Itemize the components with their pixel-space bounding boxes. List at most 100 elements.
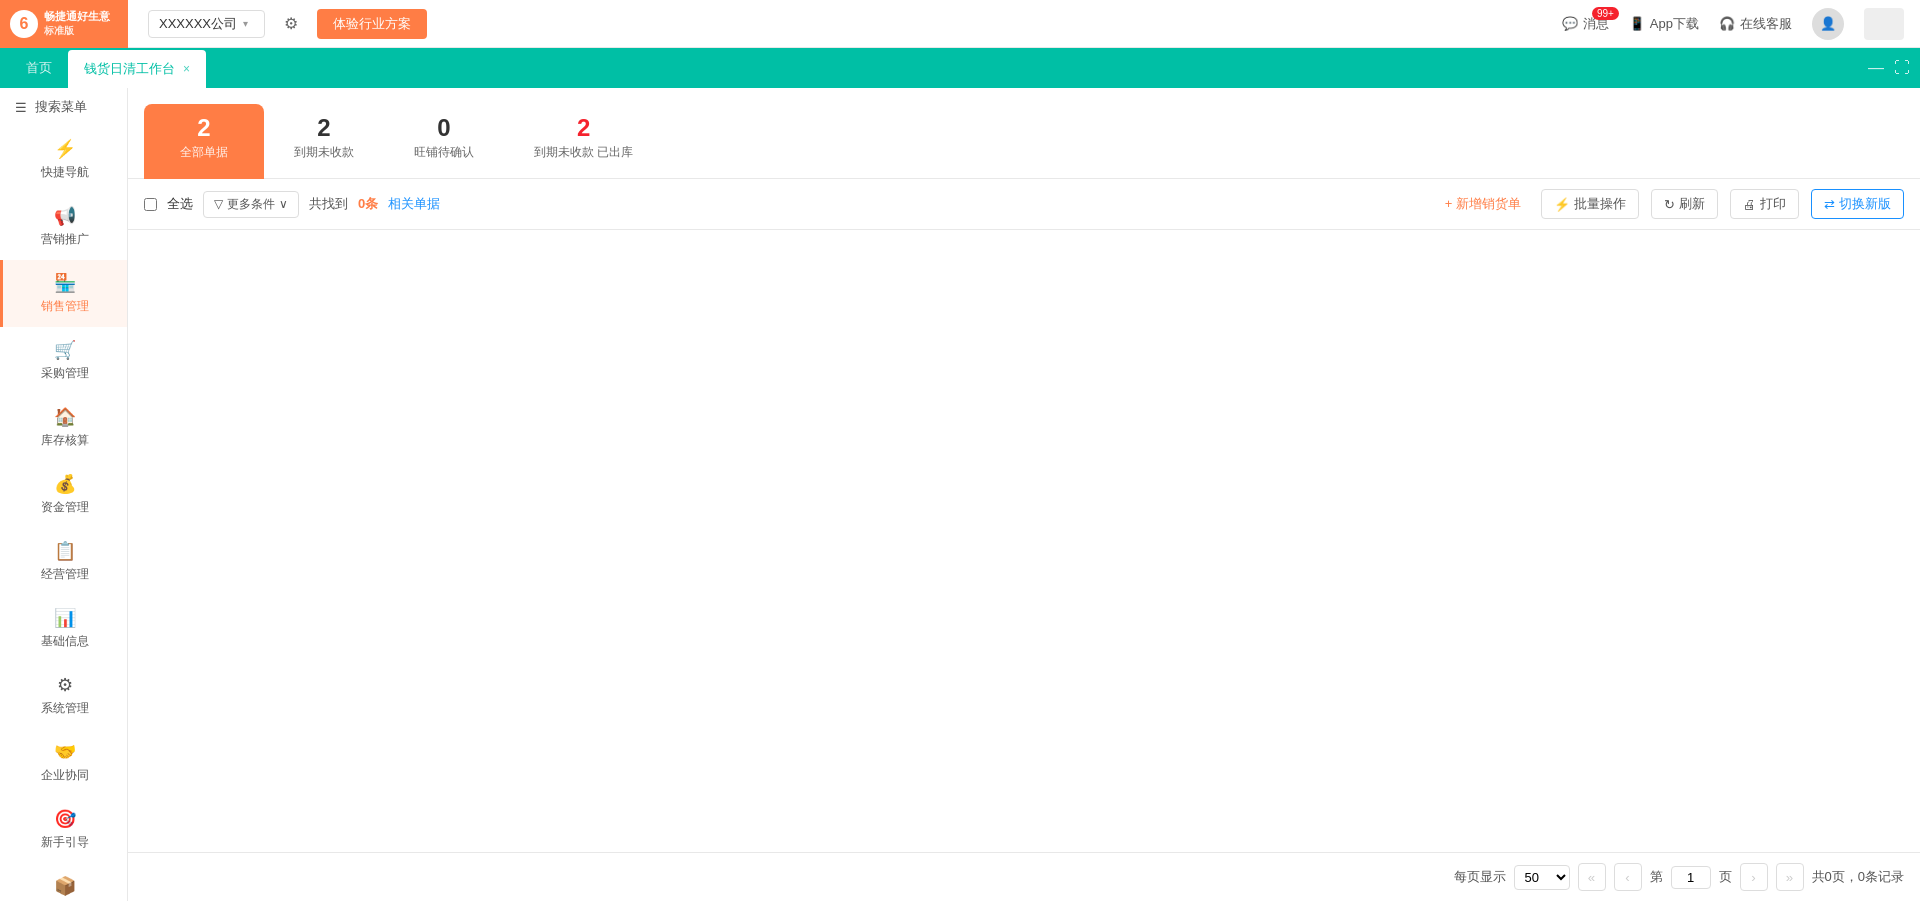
avatar-icon: 👤 bbox=[1820, 16, 1836, 31]
found-count: 0条 bbox=[358, 195, 378, 213]
refresh-button[interactable]: ↻ 刷新 bbox=[1651, 189, 1718, 219]
basic-info-icon: 📊 bbox=[54, 607, 76, 629]
avatar[interactable]: 👤 bbox=[1812, 8, 1844, 40]
switch-version-button[interactable]: ⇄ 切换新版 bbox=[1811, 189, 1904, 219]
purchase-icon: 🛒 bbox=[54, 339, 76, 361]
guide-icon: 🎯 bbox=[54, 808, 76, 830]
sidebar-item-app-center[interactable]: 📦 应用中心 bbox=[0, 863, 127, 901]
sidebar-item-marketing[interactable]: 📢 营销推广 bbox=[0, 193, 127, 260]
app-download-label: App下载 bbox=[1650, 15, 1699, 33]
operations-icon: 📋 bbox=[54, 540, 76, 562]
tab-actions: — ⛶ bbox=[1868, 59, 1910, 77]
logo-area: 6 畅捷通好生意 标准版 bbox=[0, 0, 128, 48]
logo-text-block: 畅捷通好生意 标准版 bbox=[44, 9, 110, 37]
batch-operation-button[interactable]: ⚡ 批量操作 bbox=[1541, 189, 1639, 219]
sidebar-item-system[interactable]: ⚙ 系统管理 bbox=[0, 662, 127, 729]
batch-icon: ⚡ bbox=[1554, 197, 1570, 212]
sidebar-operations-label: 经营管理 bbox=[41, 566, 89, 583]
card-shipped[interactable]: 2 到期未收款 已出库 bbox=[504, 104, 663, 178]
found-link[interactable]: 相关单据 bbox=[388, 195, 440, 213]
sidebar-system-label: 系统管理 bbox=[41, 700, 89, 717]
sidebar-enterprise-label: 企业协同 bbox=[41, 767, 89, 784]
sidebar-item-finance[interactable]: 💰 资金管理 bbox=[0, 461, 127, 528]
sidebar-item-basic-info[interactable]: 📊 基础信息 bbox=[0, 595, 127, 662]
card-pending-label: 旺铺待确认 bbox=[414, 144, 474, 161]
tab-maximize-icon[interactable]: ⛶ bbox=[1894, 59, 1910, 77]
filter-label: 更多条件 bbox=[227, 196, 275, 213]
per-page-label: 每页显示 bbox=[1454, 868, 1506, 886]
service-icon: 🎧 bbox=[1719, 16, 1735, 31]
new-order-button[interactable]: + 新增销货单 bbox=[1437, 190, 1529, 218]
pagination-bar: 每页显示 50 10 20 100 « ‹ 第 页 › » 共0页，0条记录 bbox=[128, 852, 1920, 901]
company-name: XXXXXX公司 bbox=[159, 15, 237, 33]
settings-button[interactable]: ⚙ bbox=[275, 8, 307, 40]
sidebar-item-quick-nav[interactable]: ⚡ 快捷导航 bbox=[0, 126, 127, 193]
app-download-button[interactable]: 📱 App下载 bbox=[1629, 15, 1699, 33]
last-page-button[interactable]: » bbox=[1776, 863, 1804, 891]
sidebar-quick-nav-label: 快捷导航 bbox=[41, 164, 89, 181]
logo-icon: 6 bbox=[10, 10, 38, 38]
card-overdue[interactable]: 2 到期未收款 bbox=[264, 104, 384, 178]
chevron-down-icon: ▾ bbox=[243, 18, 248, 29]
tab-close-icon[interactable]: × bbox=[183, 62, 190, 76]
print-button[interactable]: 🖨 打印 bbox=[1730, 189, 1799, 219]
tab-minimize-icon[interactable]: — bbox=[1868, 59, 1884, 77]
refresh-label: 刷新 bbox=[1679, 195, 1705, 213]
search-icon: ☰ bbox=[15, 100, 27, 115]
logo-subtitle: 标准版 bbox=[44, 24, 110, 38]
company-selector[interactable]: XXXXXX公司 ▾ bbox=[148, 10, 265, 38]
card-all-num: 2 bbox=[197, 114, 210, 142]
message-button[interactable]: 💬 消息 99+ bbox=[1562, 15, 1609, 33]
prev-page-button[interactable]: ‹ bbox=[1614, 863, 1642, 891]
sidebar-inventory-label: 库存核算 bbox=[41, 432, 89, 449]
page-number-input[interactable] bbox=[1671, 866, 1711, 889]
logo-title: 畅捷通好生意 bbox=[44, 9, 110, 23]
enterprise-icon: 🤝 bbox=[54, 741, 76, 763]
refresh-icon: ↻ bbox=[1664, 197, 1675, 212]
toolbar-left: 全选 ▽ 更多条件 ∨ 共找到 0条 相关单据 bbox=[144, 191, 1427, 218]
card-shipped-num: 2 bbox=[577, 114, 590, 142]
sidebar-item-inventory[interactable]: 🏠 库存核算 bbox=[0, 394, 127, 461]
lightning-icon: ⚡ bbox=[54, 138, 76, 160]
card-overdue-num: 2 bbox=[317, 114, 330, 142]
filter-chevron: ∨ bbox=[279, 197, 288, 211]
sidebar-item-guide[interactable]: 🎯 新手引导 bbox=[0, 796, 127, 863]
print-icon: 🖨 bbox=[1743, 197, 1756, 212]
tab-home[interactable]: 首页 bbox=[10, 48, 68, 88]
message-badge: 99+ bbox=[1592, 7, 1619, 20]
per-page-select[interactable]: 50 10 20 100 bbox=[1514, 865, 1570, 890]
toolbar-right: + 新增销货单 ⚡ 批量操作 ↻ 刷新 🖨 打印 ⇄ 切换新版 bbox=[1437, 189, 1904, 219]
sidebar-item-sales[interactable]: 🏪 销售管理 bbox=[0, 260, 127, 327]
toolbar: 全选 ▽ 更多条件 ∨ 共找到 0条 相关单据 + 新增销货单 ⚡ 批量操作 ↻ bbox=[128, 179, 1920, 230]
summary-cards: 2 全部单据 2 到期未收款 0 旺铺待确认 2 到期未收款 已出库 bbox=[128, 88, 1920, 179]
sidebar-item-purchase[interactable]: 🛒 采购管理 bbox=[0, 327, 127, 394]
content-area: 2 全部单据 2 到期未收款 0 旺铺待确认 2 到期未收款 已出库 全选 bbox=[128, 88, 1920, 901]
filter-button[interactable]: ▽ 更多条件 ∨ bbox=[203, 191, 299, 218]
first-page-button[interactable]: « bbox=[1578, 863, 1606, 891]
online-service-button[interactable]: 🎧 在线客服 bbox=[1719, 15, 1792, 33]
found-prefix: 共找到 bbox=[309, 195, 348, 213]
print-label: 打印 bbox=[1760, 195, 1786, 213]
trial-button[interactable]: 体验行业方案 bbox=[317, 9, 427, 39]
card-pending[interactable]: 0 旺铺待确认 bbox=[384, 104, 504, 178]
finance-icon: 💰 bbox=[54, 473, 76, 495]
switch-icon: ⇄ bbox=[1824, 197, 1835, 212]
sidebar-item-enterprise[interactable]: 🤝 企业协同 bbox=[0, 729, 127, 796]
sidebar-search-label: 搜索菜单 bbox=[35, 98, 87, 116]
select-all-checkbox[interactable] bbox=[144, 198, 157, 211]
tab-workbench[interactable]: 钱货日清工作台 × bbox=[68, 50, 206, 88]
batch-label: 批量操作 bbox=[1574, 195, 1626, 213]
select-all-label: 全选 bbox=[167, 195, 193, 213]
sales-icon: 🏪 bbox=[54, 272, 76, 294]
user-menu[interactable] bbox=[1864, 8, 1904, 40]
sidebar-sales-label: 销售管理 bbox=[41, 298, 89, 315]
tab-home-label: 首页 bbox=[26, 59, 52, 77]
tab-workbench-label: 钱货日清工作台 bbox=[84, 60, 175, 78]
sidebar-basic-info-label: 基础信息 bbox=[41, 633, 89, 650]
table-empty-state bbox=[128, 230, 1920, 852]
sidebar-item-operations[interactable]: 📋 经营管理 bbox=[0, 528, 127, 595]
sidebar-item-search-menu[interactable]: ☰ 搜索菜单 bbox=[0, 88, 127, 126]
card-all[interactable]: 2 全部单据 bbox=[144, 104, 264, 179]
inventory-icon: 🏠 bbox=[54, 406, 76, 428]
next-page-button[interactable]: › bbox=[1740, 863, 1768, 891]
